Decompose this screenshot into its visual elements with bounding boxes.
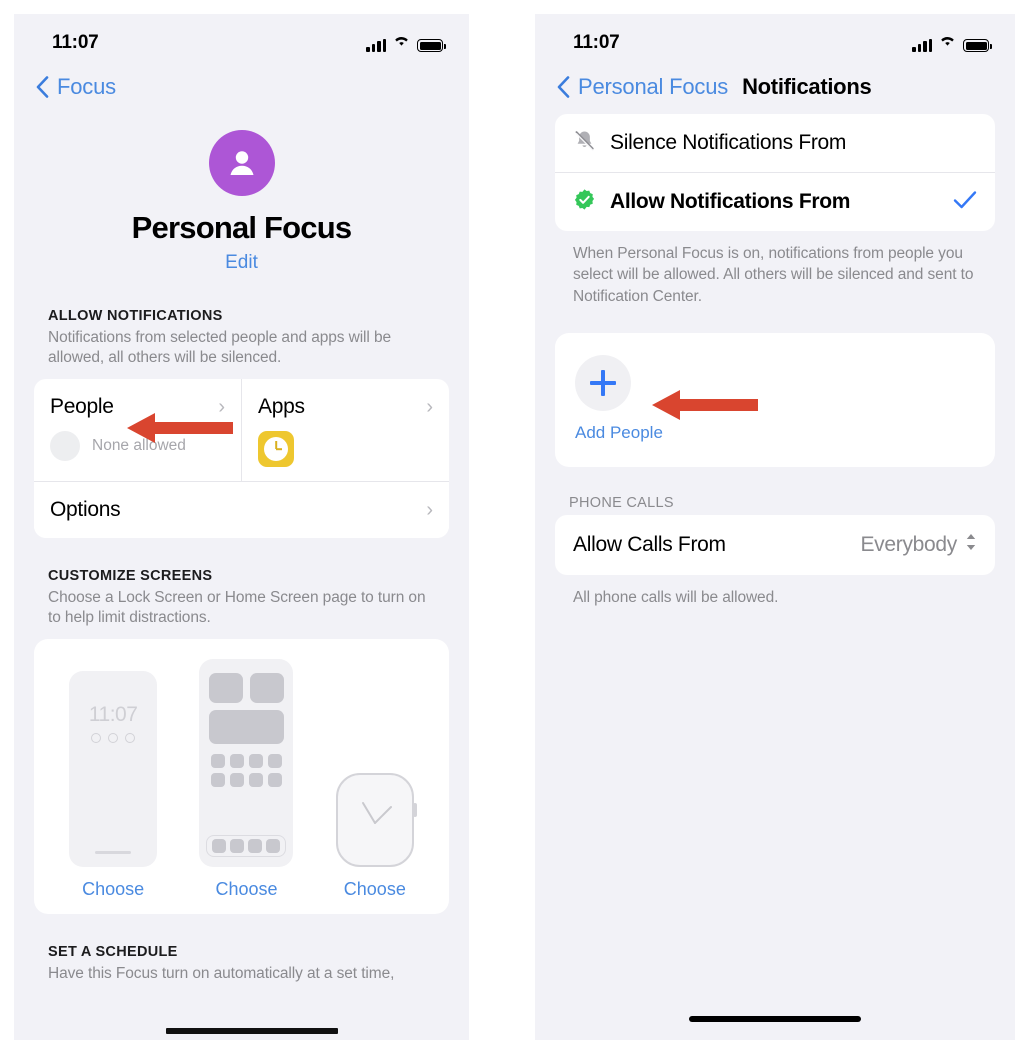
choose-watch-face-button[interactable]: Choose <box>336 879 414 900</box>
battery-full-icon <box>963 39 992 52</box>
people-cell[interactable]: People › None allowed <box>34 378 242 481</box>
people-subtitle: None allowed <box>92 436 186 454</box>
notification-mode-footer: When Personal Focus is on, notifications… <box>573 245 974 305</box>
apps-cell-header: Apps › <box>258 395 433 419</box>
add-people-card: Add People <box>555 333 995 468</box>
silence-notifications-label: Silence Notifications From <box>610 131 847 154</box>
wifi-icon <box>393 34 410 52</box>
home-screen-widgets <box>207 672 285 703</box>
status-icons <box>912 26 992 52</box>
choose-home-screen-button[interactable]: Choose <box>199 879 293 900</box>
chevron-left-icon[interactable] <box>36 76 49 98</box>
checkmark-icon <box>953 190 977 215</box>
home-indicator <box>689 1016 861 1022</box>
allow-calls-from-value-text: Everybody <box>860 533 957 557</box>
options-label: Options <box>50 497 121 521</box>
allow-notifications-header: ALLOW NOTIFICATIONS <box>48 308 223 324</box>
left-scroll-content: Personal Focus Edit ALLOW NOTIFICATIONS … <box>14 114 469 994</box>
chevron-left-icon[interactable] <box>557 76 570 98</box>
status-icons <box>366 26 446 52</box>
allow-notifications-row[interactable]: Allow Notifications From <box>555 173 995 231</box>
apps-cell-body <box>258 419 433 467</box>
watch-preview-column: Choose <box>335 772 417 900</box>
people-cell-body: None allowed <box>50 419 225 461</box>
home-screen-preview-column: Choose <box>199 658 294 900</box>
add-people-label[interactable]: Add People <box>575 423 995 443</box>
apple-watch-preview-icon <box>335 772 417 867</box>
nav-bar-right[interactable]: Personal Focus Notifications <box>535 64 1015 114</box>
people-apps-split: People › None allowed Apps › <box>34 378 449 481</box>
cellular-bars-icon <box>912 39 932 52</box>
chevron-right-icon: › <box>218 395 225 418</box>
empty-avatar-icon <box>50 430 80 461</box>
silence-notifications-row[interactable]: Silence Notifications From <box>555 114 995 172</box>
notification-mode-card: Silence Notifications From Allow Notific… <box>555 114 995 231</box>
people-cell-header: People › <box>50 395 225 419</box>
allow-notifications-label: Allow Notifications From <box>610 190 851 213</box>
home-screen-wide-widget <box>208 709 284 744</box>
allow-notifications-description: Notifications from selected people and a… <box>48 329 391 367</box>
right-phone-panel: 11:07 Personal Focus Notifications Silen… <box>535 14 1015 1040</box>
choose-lock-screen-button[interactable]: Choose <box>69 879 157 900</box>
plus-icon[interactable] <box>575 355 631 412</box>
set-a-schedule-description: Have this Focus turn on automatically at… <box>48 964 395 982</box>
phone-calls-header: PHONE CALLS <box>569 495 674 512</box>
lock-screen-preview-column: 11:07 Choose <box>69 670 158 900</box>
customize-screens-header: CUSTOMIZE SCREENS <box>48 567 213 584</box>
allow-notifications-card: People › None allowed Apps › Options › <box>34 378 449 538</box>
chevron-right-icon: › <box>426 395 433 418</box>
green-check-badge-icon <box>573 188 596 216</box>
phone-calls-footer: All phone calls will be allowed. <box>573 589 779 607</box>
focus-hero: Personal Focus Edit <box>34 114 449 278</box>
left-phone-panel: 11:07 Focus Personal Focus Edit ALLOW NO… <box>14 14 469 1040</box>
back-label[interactable]: Focus <box>57 74 116 100</box>
screenshot-stage: 11:07 Focus Personal Focus Edit ALLOW NO… <box>0 0 1024 1054</box>
person-avatar-icon <box>208 130 275 196</box>
clock-app-icon <box>258 430 294 467</box>
chevron-right-icon: › <box>426 498 433 521</box>
cellular-bars-icon <box>366 39 386 52</box>
wifi-icon <box>939 34 956 52</box>
set-a-schedule-header: SET A SCHEDULE <box>48 943 178 960</box>
status-bar-left: 11:07 <box>14 14 469 64</box>
people-label: People <box>50 394 114 418</box>
bell-slash-icon <box>573 129 596 157</box>
home-screen-app-grid <box>207 753 285 787</box>
nav-bar-left[interactable]: Focus <box>14 64 469 114</box>
apps-cell[interactable]: Apps › <box>242 379 449 481</box>
battery-full-icon <box>417 39 446 52</box>
status-bar-right: 11:07 <box>535 14 1015 64</box>
edit-button[interactable]: Edit <box>34 252 449 274</box>
status-time: 11:07 <box>52 32 99 53</box>
chevron-up-down-icon[interactable] <box>965 532 977 558</box>
lock-screen-preview-dots <box>69 732 157 743</box>
options-row[interactable]: Options › <box>34 481 449 538</box>
right-scroll-content: Silence Notifications From Allow Notific… <box>535 114 1015 609</box>
redaction-bar <box>166 1028 338 1034</box>
home-screen-preview-icon <box>199 658 294 867</box>
customize-screens-description: Choose a Lock Screen or Home Screen page… <box>48 588 426 627</box>
allow-calls-from-row[interactable]: Allow Calls From Everybody <box>555 515 995 576</box>
page-title: Notifications <box>742 74 872 99</box>
status-time: 11:07 <box>573 32 620 53</box>
home-screen-dock <box>206 834 287 857</box>
apps-label: Apps <box>258 394 305 418</box>
customize-screens-card: 11:07 Choose Choose Choose <box>34 638 449 914</box>
allow-calls-from-label: Allow Calls From <box>573 533 726 557</box>
lock-screen-preview-icon: 11:07 <box>69 670 158 867</box>
lock-screen-preview-time: 11:07 <box>88 702 138 726</box>
page-title: Personal Focus <box>131 210 352 245</box>
lock-screen-home-bar <box>95 850 132 854</box>
back-label[interactable]: Personal Focus <box>578 74 728 100</box>
allow-calls-from-value[interactable]: Everybody <box>860 532 977 558</box>
